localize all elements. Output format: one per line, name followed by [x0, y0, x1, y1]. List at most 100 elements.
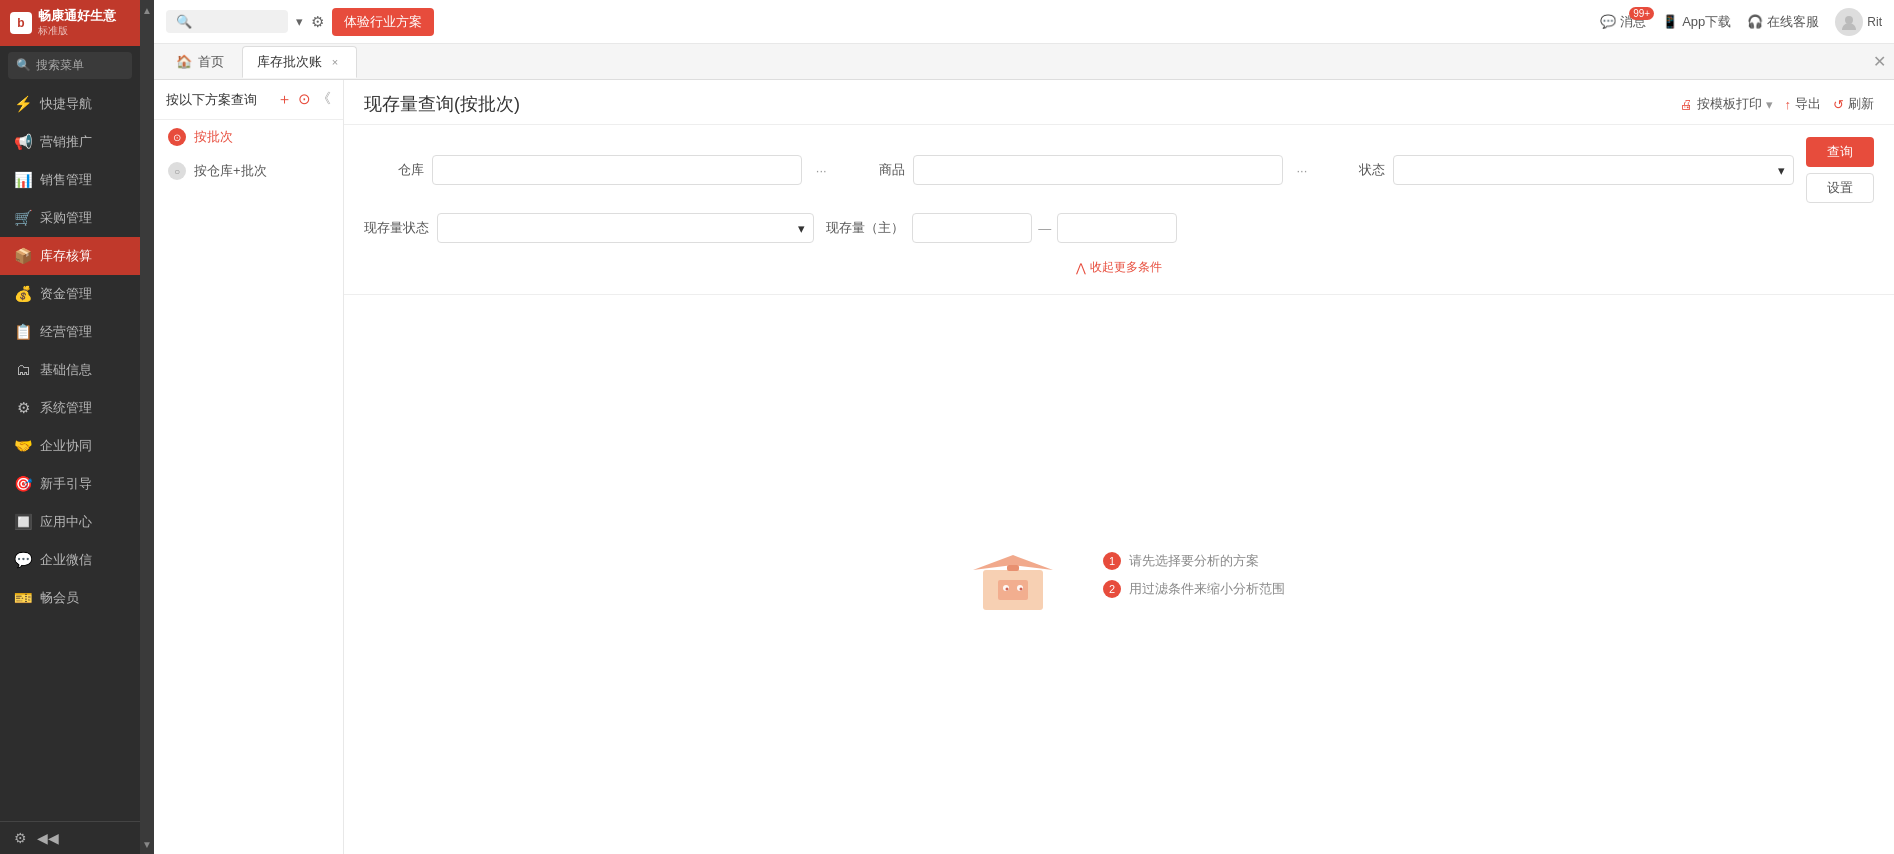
setting-button[interactable]: 设置: [1806, 173, 1874, 203]
query-button[interactable]: 查询: [1806, 137, 1874, 167]
product-input[interactable]: [913, 155, 1283, 185]
empty-svg: [963, 525, 1063, 625]
sidebar-item-label: 畅会员: [40, 589, 79, 607]
operation-icon: 📋: [14, 323, 32, 341]
topbar-dropdown-icon[interactable]: ▾: [296, 14, 303, 29]
add-solution-icon[interactable]: ＋: [277, 90, 292, 109]
user-avatar-btn[interactable]: Rit: [1835, 8, 1882, 36]
system-icon: ⚙: [14, 399, 32, 417]
industry-btn[interactable]: 体验行业方案: [332, 8, 434, 36]
main-area: 🔍 ▾ ⚙ 体验行业方案 💬 消息 99+ 📱 App下载 🎧 在线客服: [154, 0, 1894, 854]
status-select[interactable]: ▾: [1393, 155, 1794, 185]
print-dropdown-icon[interactable]: ▾: [1766, 97, 1773, 112]
tab-close-btn[interactable]: ×: [328, 55, 342, 69]
topbar-gear-icon[interactable]: ⚙: [311, 13, 324, 31]
topbar-search-input[interactable]: [198, 15, 278, 29]
svg-point-0: [1845, 16, 1853, 24]
export-btn[interactable]: ↑ 导出: [1785, 95, 1822, 113]
product-filter-group: 商品 ···: [845, 155, 1314, 185]
scroll-up-icon[interactable]: ▲: [140, 0, 154, 20]
sidebar-item-purchase[interactable]: 🛒 采购管理: [0, 199, 140, 237]
status-dropdown-icon: ▾: [1778, 163, 1785, 178]
app-version: 标准版: [38, 24, 116, 38]
close-all-tabs-icon[interactable]: ✕: [1873, 52, 1886, 71]
sidebar-item-label: 基础信息: [40, 361, 92, 379]
sidebar-item-basic[interactable]: 🗂 基础信息: [0, 351, 140, 389]
purchase-icon: 🛒: [14, 209, 32, 227]
sidebar-scrollbar[interactable]: ▲ ▼: [140, 0, 154, 854]
settings-solution-icon[interactable]: ⊙: [298, 90, 311, 109]
sales-icon: 📊: [14, 171, 32, 189]
content-area: 按以下方案查询 ＋ ⊙ 《 ⊙ 按批次 ○ 按仓库+批次 现存量查询(按批次): [154, 80, 1894, 854]
inventory-amount-filter-group: 现存量（主） —: [826, 213, 1276, 243]
filter-area: 仓库 ··· 商品 ··· 状态 ▾: [344, 125, 1894, 295]
marketing-icon: 📢: [14, 133, 32, 151]
tab-home-label: 首页: [198, 53, 224, 71]
warehouse-input[interactable]: [432, 155, 802, 185]
page-header: 现存量查询(按批次) 🖨 按模板打印 ▾ ↑ 导出 ↺ 刷新: [344, 80, 1894, 125]
apps-icon: 🔲: [14, 513, 32, 531]
avatar: [1835, 8, 1863, 36]
scroll-down-icon[interactable]: ▼: [140, 834, 154, 854]
refresh-label: 刷新: [1848, 95, 1874, 113]
tab-home[interactable]: 🏠 首页: [162, 47, 238, 77]
sidebar-item-finance[interactable]: 💰 资金管理: [0, 275, 140, 313]
settings-icon[interactable]: ⚙: [14, 830, 27, 846]
warehouse-more-icon[interactable]: ···: [810, 161, 833, 180]
sidebar-item-label: 采购管理: [40, 209, 92, 227]
empty-illustration: [953, 515, 1073, 635]
topbar-search-icon: 🔍: [176, 14, 192, 29]
app-name: 畅康通好生意: [38, 8, 116, 24]
solution-item-warehouse-batch[interactable]: ○ 按仓库+批次: [154, 154, 343, 188]
inventory-amount-from-input[interactable]: [912, 213, 1032, 243]
filter-row-2: 现存量状态 ▾ 现存量（主） —: [364, 213, 1874, 243]
search-menu-item[interactable]: 🔍 搜索菜单: [8, 52, 132, 79]
inventory-amount-range: —: [912, 213, 1177, 243]
main-content: 现存量查询(按批次) 🖨 按模板打印 ▾ ↑ 导出 ↺ 刷新: [344, 80, 1894, 854]
print-btn[interactable]: 🖨 按模板打印 ▾: [1680, 95, 1773, 113]
sidebar-item-sales[interactable]: 📊 销售管理: [0, 161, 140, 199]
topbar-search-box[interactable]: 🔍: [166, 10, 288, 33]
sidebar-item-label: 快捷导航: [40, 95, 92, 113]
inventory-status-filter-group: 现存量状态 ▾: [364, 213, 814, 243]
solution-item-batch[interactable]: ⊙ 按批次: [154, 120, 343, 154]
message-btn[interactable]: 💬 消息 99+: [1600, 13, 1646, 31]
online-service-btn[interactable]: 🎧 在线客服: [1747, 13, 1819, 31]
app-download-btn[interactable]: 📱 App下载: [1662, 13, 1731, 31]
sidebar-item-operation[interactable]: 📋 经营管理: [0, 313, 140, 351]
sidebar-item-inventory[interactable]: 📦 库存核算: [0, 237, 140, 275]
sidebar-header: b 畅康通好生意 标准版: [0, 0, 140, 46]
batch-solution-icon: ⊙: [168, 128, 186, 146]
sidebar-item-quick[interactable]: ⚡ 快捷导航: [0, 85, 140, 123]
left-panel: 按以下方案查询 ＋ ⊙ 《 ⊙ 按批次 ○ 按仓库+批次: [154, 80, 344, 854]
empty-state: 1 请先选择要分析的方案 2 用过滤条件来缩小分析范围: [344, 295, 1894, 854]
sidebar-item-member[interactable]: 🎫 畅会员: [0, 579, 140, 617]
export-icon: ↑: [1785, 97, 1792, 112]
inventory-amount-to-input[interactable]: [1057, 213, 1177, 243]
sidebar-item-system[interactable]: ⚙ 系统管理: [0, 389, 140, 427]
print-icon: 🖨: [1680, 97, 1693, 112]
left-panel-header: 按以下方案查询 ＋ ⊙ 《: [154, 80, 343, 120]
sidebar-item-label: 系统管理: [40, 399, 92, 417]
sidebar-item-newbie[interactable]: 🎯 新手引导: [0, 465, 140, 503]
collapse-sidebar-icon[interactable]: ◀◀: [37, 830, 59, 846]
collapse-filter-btn[interactable]: ⋀ 收起更多条件: [364, 253, 1874, 282]
collapse-filter-icon: ⋀: [1076, 261, 1086, 275]
inventory-icon: 📦: [14, 247, 32, 265]
sidebar-item-wechat[interactable]: 💬 企业微信: [0, 541, 140, 579]
product-more-icon[interactable]: ···: [1291, 161, 1314, 180]
empty-tip-2: 2 用过滤条件来缩小分析范围: [1103, 580, 1285, 598]
empty-tip-1: 1 请先选择要分析的方案: [1103, 552, 1285, 570]
inventory-status-select[interactable]: ▾: [437, 213, 814, 243]
tab-inventory-batch[interactable]: 库存批次账 ×: [242, 46, 357, 78]
product-label: 商品: [845, 161, 905, 179]
search-icon: 🔍: [16, 58, 31, 72]
sidebar-item-marketing[interactable]: 📢 营销推广: [0, 123, 140, 161]
sidebar-item-apps[interactable]: 🔲 应用中心: [0, 503, 140, 541]
phone-icon: 📱: [1662, 14, 1678, 29]
sidebar-item-label: 资金管理: [40, 285, 92, 303]
refresh-btn[interactable]: ↺ 刷新: [1833, 95, 1874, 113]
collapse-panel-icon[interactable]: 《: [317, 90, 331, 109]
quick-icon: ⚡: [14, 95, 32, 113]
sidebar-item-enterprise[interactable]: 🤝 企业协同: [0, 427, 140, 465]
